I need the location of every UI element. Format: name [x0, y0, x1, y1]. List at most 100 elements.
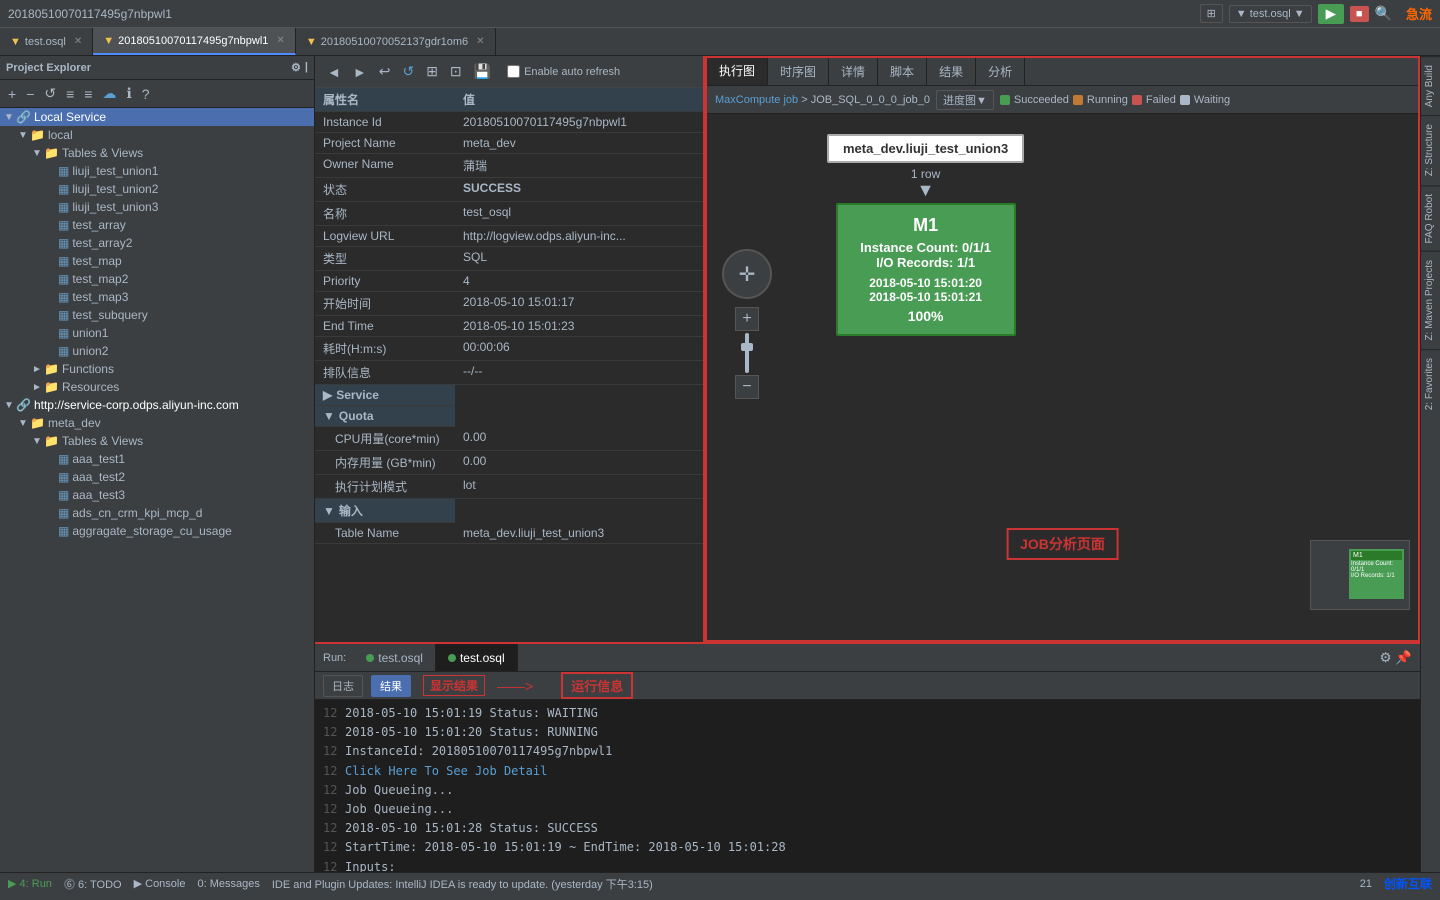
- props-row: Project Namemeta_dev: [315, 133, 703, 154]
- breadcrumb-link[interactable]: MaxCompute job: [715, 94, 798, 106]
- exec-tab-detail[interactable]: 详情: [829, 58, 878, 85]
- status-text: IDE and Plugin Updates: IntelliJ IDEA is…: [272, 876, 1348, 892]
- tree-item-ads_cn_crm_kpi_mcp_d[interactable]: ▦ads_cn_crm_kpi_mcp_d: [0, 504, 314, 522]
- props-row: End Time2018-05-10 15:01:23: [315, 316, 703, 337]
- status-bar: ▶ 4: Run ⓺ 6: TODO ▶ Console 0: Messages…: [0, 872, 1440, 894]
- reload-btn[interactable]: ↺: [398, 61, 418, 82]
- run-indicator-2: [448, 654, 456, 662]
- side-tab-maven[interactable]: Z: Maven Projects: [1421, 251, 1440, 349]
- copy-btn[interactable]: ⊞: [422, 61, 442, 82]
- tree-item-union1[interactable]: ▦union1: [0, 324, 314, 342]
- tree-item-http://service-corp.odps.aliyun-inc.com[interactable]: ▼🔗http://service-corp.odps.aliyun-inc.co…: [0, 396, 314, 414]
- tree-item-aaa_test3[interactable]: ▦aaa_test3: [0, 486, 314, 504]
- progress-btn[interactable]: 进度图▼: [936, 90, 994, 110]
- tab-job1[interactable]: ▼ 20180510070117495g7nbpwl1 ✕: [93, 28, 296, 55]
- info-btn[interactable]: ℹ: [122, 83, 135, 104]
- run-tab-1[interactable]: test.osql: [354, 644, 436, 671]
- mini-map[interactable]: M1 Instance Count: 0/1/1 I/O Records: 1/…: [1310, 540, 1410, 610]
- bottom-right-icons: ⚙ 📌: [1379, 644, 1420, 671]
- run-tab-2[interactable]: test.osql: [436, 644, 518, 671]
- nav-circle[interactable]: ✛: [722, 249, 772, 299]
- auto-refresh[interactable]: Enable auto refresh: [507, 65, 620, 78]
- tab-job2[interactable]: ▼ 20180510070052137gdr1om6 ✕: [296, 28, 496, 55]
- props-table: 属性名 值 Instance Id20180510070117495g7nbpw…: [315, 88, 703, 544]
- bottom-gear-icon[interactable]: ⚙: [1379, 650, 1391, 666]
- tree-item-union2[interactable]: ▦union2: [0, 342, 314, 360]
- help-btn[interactable]: ?: [138, 84, 154, 104]
- tree-item-liuji_test_union1[interactable]: ▦liuji_test_union1: [0, 162, 314, 180]
- log-tab-btn[interactable]: 日志: [323, 675, 363, 697]
- close-tab-0[interactable]: ✕: [74, 36, 82, 47]
- exec-tab-result[interactable]: 结果: [927, 58, 976, 85]
- tree-item-liuji_test_union2[interactable]: ▦liuji_test_union2: [0, 180, 314, 198]
- refresh-btn[interactable]: ↺: [40, 83, 60, 104]
- tree-item-Tables_&_Views[interactable]: ▼📁Tables & Views: [0, 432, 314, 450]
- tree-item-test_array[interactable]: ▦test_array: [0, 216, 314, 234]
- run-label: Run:: [315, 644, 354, 671]
- search-btn[interactable]: 🔍: [1375, 5, 1392, 22]
- undo-btn[interactable]: ↩: [375, 61, 395, 82]
- test-osql-btn[interactable]: ▼ test.osql ▼: [1229, 5, 1312, 23]
- col-key: 属性名: [315, 88, 455, 112]
- zoom-slider[interactable]: [745, 333, 749, 373]
- status-todo-btn[interactable]: ⓺ 6: TODO: [64, 876, 122, 892]
- stop-btn[interactable]: ■: [1350, 6, 1369, 22]
- tree-item-Tables_&_Views[interactable]: ▼📁Tables & Views: [0, 144, 314, 162]
- tree-item-aggragate_storage_cu_usage[interactable]: ▦aggragate_storage_cu_usage: [0, 522, 314, 540]
- tree-item-liuji_test_union3[interactable]: ▦liuji_test_union3: [0, 198, 314, 216]
- tree-item-Functions[interactable]: ►📁Functions: [0, 360, 314, 378]
- close-tab-1[interactable]: ✕: [276, 35, 284, 46]
- tab-test-osql[interactable]: ▼ test.osql ✕: [0, 28, 93, 55]
- status-messages-btn[interactable]: 0: Messages: [197, 878, 259, 890]
- job-label: JOB分析页面: [1006, 528, 1119, 560]
- tree-item-test_subquery[interactable]: ▦test_subquery: [0, 306, 314, 324]
- props-row: 类型SQL: [315, 247, 703, 271]
- exec-tab-graph[interactable]: 执行图: [707, 58, 768, 85]
- add-btn[interactable]: +: [4, 84, 20, 104]
- side-tab-faq[interactable]: FAQ Robot: [1421, 185, 1440, 251]
- tree-item-aaa_test1[interactable]: ▦aaa_test1: [0, 450, 314, 468]
- fwd-btn[interactable]: ►: [349, 62, 371, 82]
- layout-btn[interactable]: ⊞: [1200, 4, 1223, 23]
- remove-btn[interactable]: −: [22, 84, 38, 104]
- tree-item-test_array2[interactable]: ▦test_array2: [0, 234, 314, 252]
- exec-tab-analysis[interactable]: 分析: [976, 58, 1025, 85]
- log-link[interactable]: Click Here To See Job Detail: [345, 764, 547, 778]
- close-tab-2[interactable]: ✕: [476, 36, 484, 47]
- expand-btn[interactable]: ≡: [80, 84, 96, 104]
- log-line: 122018-05-10 15:01:20 Status: RUNNING: [323, 723, 1412, 742]
- back-btn[interactable]: ◄: [323, 62, 345, 82]
- view-btn[interactable]: ⊡: [446, 61, 466, 82]
- bottom-pin-icon[interactable]: 📌: [1395, 650, 1412, 666]
- exec-tab-script[interactable]: 脚本: [878, 58, 927, 85]
- zoom-handle[interactable]: [741, 343, 753, 351]
- tree-item-meta_dev[interactable]: ▼📁meta_dev: [0, 414, 314, 432]
- zoom-in-btn[interactable]: +: [735, 307, 759, 331]
- tree-item-test_map3[interactable]: ▦test_map3: [0, 288, 314, 306]
- side-tab-favorites[interactable]: 2: Favorites: [1421, 349, 1440, 418]
- zoom-out-btn[interactable]: −: [735, 375, 759, 399]
- right-panel: ◄ ► ↩ ↺ ⊞ ⊡ 💾 Enable auto refresh 属性: [315, 56, 1420, 872]
- legend-succeeded: [1000, 95, 1010, 105]
- tree-item-test_map2[interactable]: ▦test_map2: [0, 270, 314, 288]
- save-btn[interactable]: 💾: [470, 61, 495, 82]
- run-btn[interactable]: ▶: [1318, 4, 1344, 24]
- auto-refresh-checkbox[interactable]: [507, 65, 520, 78]
- status-run-btn[interactable]: ▶ 4: Run: [8, 877, 52, 890]
- tree-item-test_map[interactable]: ▦test_map: [0, 252, 314, 270]
- side-tabs-strip: Any Build Z: Structure FAQ Robot Z: Mave…: [1420, 56, 1440, 872]
- arrow-annotation: ——>: [497, 678, 533, 694]
- tree-item-aaa_test2[interactable]: ▦aaa_test2: [0, 468, 314, 486]
- cloud-btn[interactable]: ☁: [98, 83, 120, 104]
- result-tab-btn[interactable]: 结果: [371, 675, 411, 697]
- display-result-label: 显示结果: [423, 675, 485, 696]
- status-console-btn[interactable]: ▶ Console: [134, 877, 186, 890]
- tree-item-local[interactable]: ▼📁local: [0, 126, 314, 144]
- collapse-btn[interactable]: ≡: [62, 84, 78, 104]
- side-tab-structure[interactable]: Z: Structure: [1421, 115, 1440, 184]
- gear-icon[interactable]: ⚙: [291, 61, 301, 74]
- exec-tab-timeline[interactable]: 时序图: [768, 58, 829, 85]
- side-tab-build[interactable]: Any Build: [1421, 56, 1440, 115]
- tree-item-Local_Service[interactable]: ▼🔗Local Service: [0, 108, 314, 126]
- tree-item-Resources[interactable]: ►📁Resources: [0, 378, 314, 396]
